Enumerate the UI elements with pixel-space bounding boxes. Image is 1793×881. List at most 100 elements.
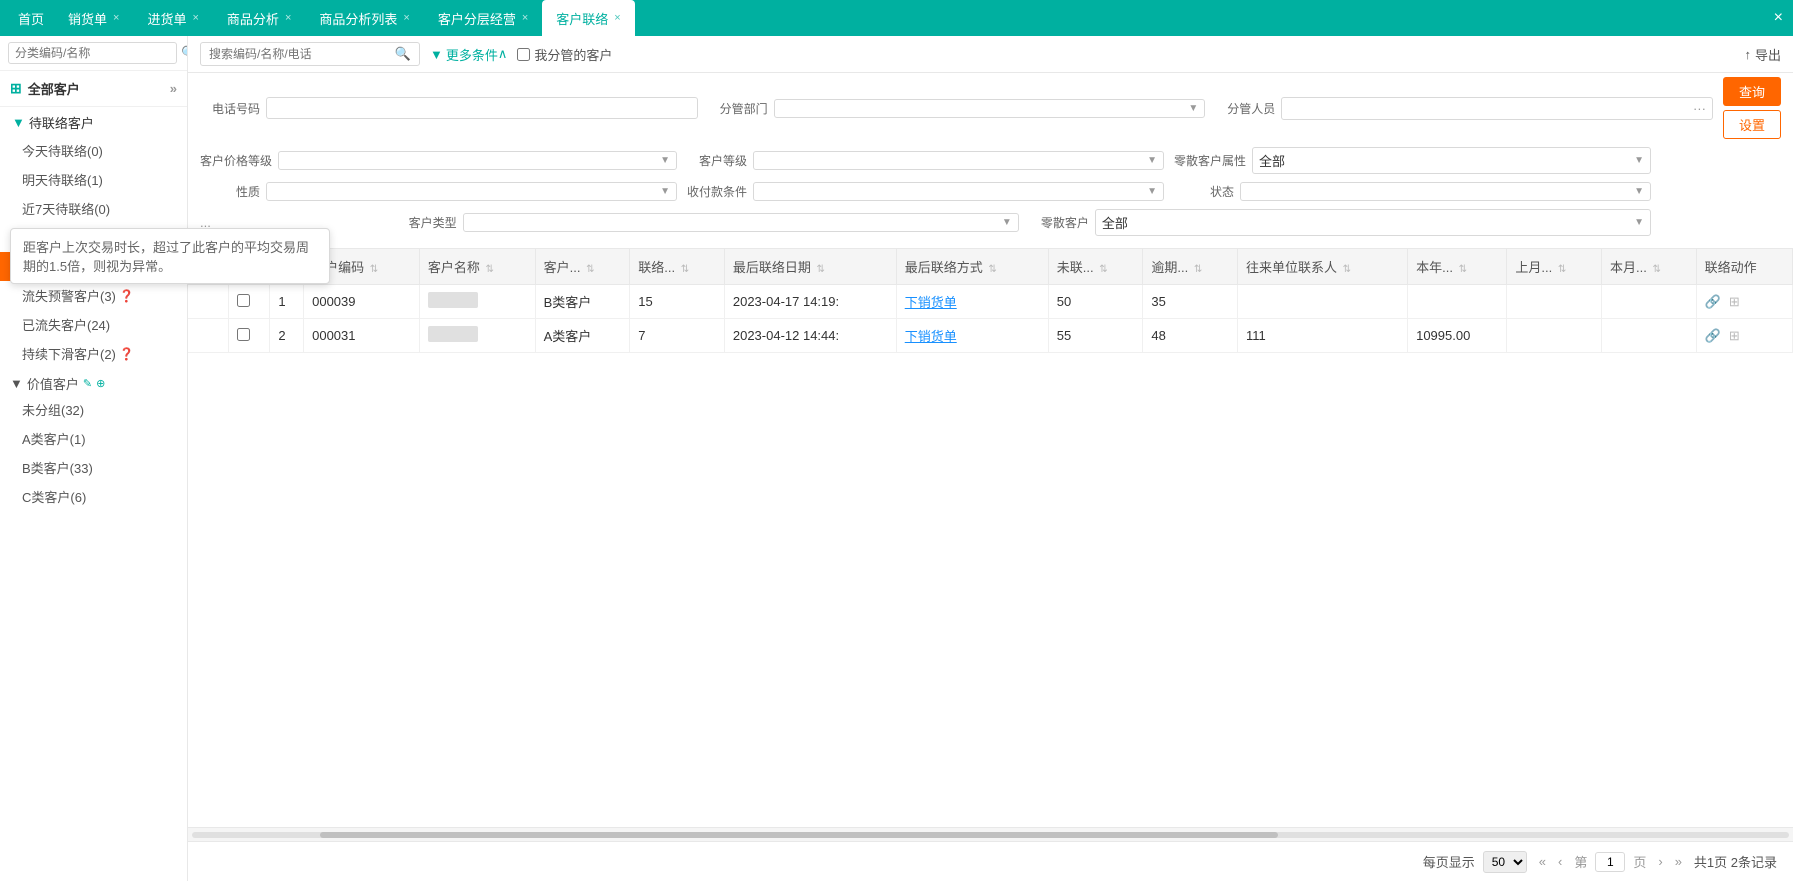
nav-close-customer-contact[interactable]: × [614, 12, 620, 24]
nav-close-analysis-list[interactable]: × [403, 12, 409, 24]
query-button[interactable]: 查询 [1723, 77, 1781, 106]
row2-action-link-icon[interactable]: 🔗 [1705, 328, 1721, 344]
next-page-btn[interactable]: › [1654, 852, 1666, 871]
sidebar-item-c-class[interactable]: C类客户(6) [0, 482, 187, 511]
table-row: 1 000039 B类客户 15 2023-04-17 14:19: 下销货单 … [188, 285, 1793, 319]
price-level-select[interactable]: ▼ [278, 151, 677, 170]
horizontal-scrollbar[interactable] [188, 827, 1793, 841]
sidebar-item-loss-risk[interactable]: 流失预警客户(3) ❓ [0, 281, 187, 310]
payment-select[interactable]: ▼ [753, 182, 1164, 201]
sidebar-item-today[interactable]: 今天待联络(0) [0, 136, 187, 165]
sidebar-item-a-class[interactable]: A类客户(1) [0, 424, 187, 453]
col-last-date-header[interactable]: 最后联络日期 ⇅ [724, 249, 896, 285]
sidebar-item-b-class[interactable]: B类客户(33) [0, 453, 187, 482]
nav-item-analysis[interactable]: 商品分析 × [213, 0, 305, 36]
export-icon: ↑ [1744, 47, 1751, 62]
sidebar-item-continuous-drop[interactable]: 持续下滑客户(2) ❓ [0, 339, 187, 368]
first-page-btn[interactable]: « [1535, 852, 1550, 871]
filter-cell-payment: 收付款条件 ▼ [687, 182, 1164, 201]
close-all-tabs[interactable]: × [1774, 9, 1783, 27]
row1-contact: 15 [630, 285, 725, 319]
filter-cell-phone: 电话号码 [200, 97, 698, 119]
table-header-row: ⚙ 客户编码 ⇅ 客户名称 ⇅ 客户... ⇅ [188, 249, 1793, 285]
filter-row-4: ... 客户类型 ▼ 零散客户 全部 ▼ [200, 205, 1781, 240]
nav-close-analysis[interactable]: × [285, 12, 291, 24]
nav-item-customer-tier[interactable]: 客户分层经营 × [424, 0, 542, 36]
person-dots[interactable]: ··· [1693, 101, 1706, 116]
sidebar-search-input[interactable] [8, 42, 177, 64]
col-last-method-header[interactable]: 最后联络方式 ⇅ [896, 249, 1048, 285]
row2-last-method[interactable]: 下销货单 [896, 319, 1048, 353]
sidebar-search-icon[interactable]: 🔍 [181, 45, 188, 61]
tooltip-box: 距客户上次交易时长，超过了此客户的平均交易周期的1.5倍，则视为异常。 [10, 228, 188, 284]
prev-page-btn[interactable]: ‹ [1554, 852, 1566, 871]
nav-item-customer-contact[interactable]: 客户联络 × [542, 0, 634, 36]
sort-icon-last-method: ⇅ [988, 264, 996, 275]
export-btn[interactable]: ↑ 导出 [1744, 45, 1781, 64]
retail-arrow-icon: ▼ [1634, 217, 1644, 228]
col-contact-header[interactable]: 联络... ⇅ [630, 249, 725, 285]
edit-icon[interactable]: ✎ [83, 377, 92, 390]
row1-checkbox[interactable] [237, 294, 250, 307]
col-this-month-header[interactable]: 本月... ⇅ [1602, 249, 1697, 285]
row2-checkbox[interactable] [237, 328, 250, 341]
nav-item-purchase[interactable]: 进货单 × [133, 0, 212, 36]
nav-close-customer-tier[interactable]: × [522, 12, 528, 24]
per-page-select[interactable]: 50 [1483, 851, 1527, 873]
nav-close-purchase[interactable]: × [192, 12, 198, 24]
page-input[interactable] [1595, 852, 1625, 872]
col-last-month-header[interactable]: 上月... ⇅ [1507, 249, 1602, 285]
row1-index: 1 [270, 285, 304, 319]
col-this-year-header[interactable]: 本年... ⇅ [1408, 249, 1507, 285]
dept-select[interactable]: ▼ [774, 99, 1206, 118]
last-page-btn[interactable]: » [1671, 852, 1686, 871]
col-overdue-header[interactable]: 逾期... ⇅ [1143, 249, 1238, 285]
person-select[interactable]: ··· [1281, 97, 1713, 120]
col-name-header[interactable]: 客户名称 ⇅ [419, 249, 535, 285]
phone-input[interactable] [266, 97, 698, 119]
row1-action-grid-icon[interactable]: ⊞ [1729, 294, 1740, 310]
row1-this-year [1408, 285, 1507, 319]
filter-row-3: 性质 ▼ 收付款条件 ▼ 状态 [200, 178, 1781, 205]
settings-button[interactable]: 设置 [1723, 110, 1781, 139]
scrollbar-thumb[interactable] [320, 832, 1278, 838]
row1-unit-contact [1237, 285, 1407, 319]
row2-action-grid-icon[interactable]: ⊞ [1729, 328, 1740, 344]
sidebar-item-tomorrow[interactable]: 明天待联络(1) [0, 165, 187, 194]
sidebar-all-customers-header: ⊞ 全部客户 » [0, 71, 187, 107]
col-grade-header[interactable]: 客户... ⇅ [535, 249, 630, 285]
sort-icon-name: ⇅ [486, 264, 494, 275]
retail-select[interactable]: 全部 ▼ [1095, 209, 1651, 236]
row1-name [419, 285, 535, 319]
pending-group-header[interactable]: ▼ 待联络客户 [0, 107, 187, 136]
search-input[interactable] [209, 47, 391, 61]
row1-check[interactable] [228, 285, 270, 319]
row2-check[interactable] [228, 319, 270, 353]
add-icon[interactable]: ⊕ [96, 377, 105, 390]
search-submit-icon[interactable]: 🔍 [395, 46, 411, 62]
status-select[interactable]: ▼ [1240, 182, 1651, 201]
retail-attr-select[interactable]: 全部 ▼ [1252, 147, 1651, 174]
col-unlink-header[interactable]: 未联... ⇅ [1048, 249, 1143, 285]
gender-select[interactable]: ▼ [266, 182, 677, 201]
grade-select[interactable]: ▼ [753, 151, 1164, 170]
my-customers-checkbox[interactable] [517, 48, 530, 61]
triangle-icon: ▼ [12, 115, 25, 130]
grade-arrow-icon: ▼ [1147, 155, 1157, 166]
col-unit-contact-header[interactable]: 往来单位联系人 ⇅ [1237, 249, 1407, 285]
nav-item-sales[interactable]: 销货单 × [54, 0, 133, 36]
sidebar-item-ungrouped[interactable]: 未分组(32) [0, 395, 187, 424]
row1-action-link-icon[interactable]: 🔗 [1705, 294, 1721, 310]
sidebar-item-7days[interactable]: 近7天待联络(0) [0, 194, 187, 223]
more-conditions-btn[interactable]: ▼ 更多条件 ∧ [430, 45, 507, 64]
row1-last-method[interactable]: 下销货单 [896, 285, 1048, 319]
customer-type-select[interactable]: ▼ [463, 213, 1019, 232]
nav-item-analysis-list[interactable]: 商品分析列表 × [305, 0, 423, 36]
nav-item-home[interactable]: 首页 [8, 0, 54, 36]
sidebar-collapse-icon[interactable]: » [170, 81, 177, 96]
total-label: 共1页 2条记录 [1694, 852, 1777, 871]
sort-icon-this-month: ⇅ [1652, 264, 1660, 275]
sidebar-item-already-lost[interactable]: 已流失客户(24) [0, 310, 187, 339]
nav-close-sales[interactable]: × [113, 12, 119, 24]
sidebar-value-group-header[interactable]: ▼ 价值客户 ✎ ⊕ [0, 368, 187, 395]
